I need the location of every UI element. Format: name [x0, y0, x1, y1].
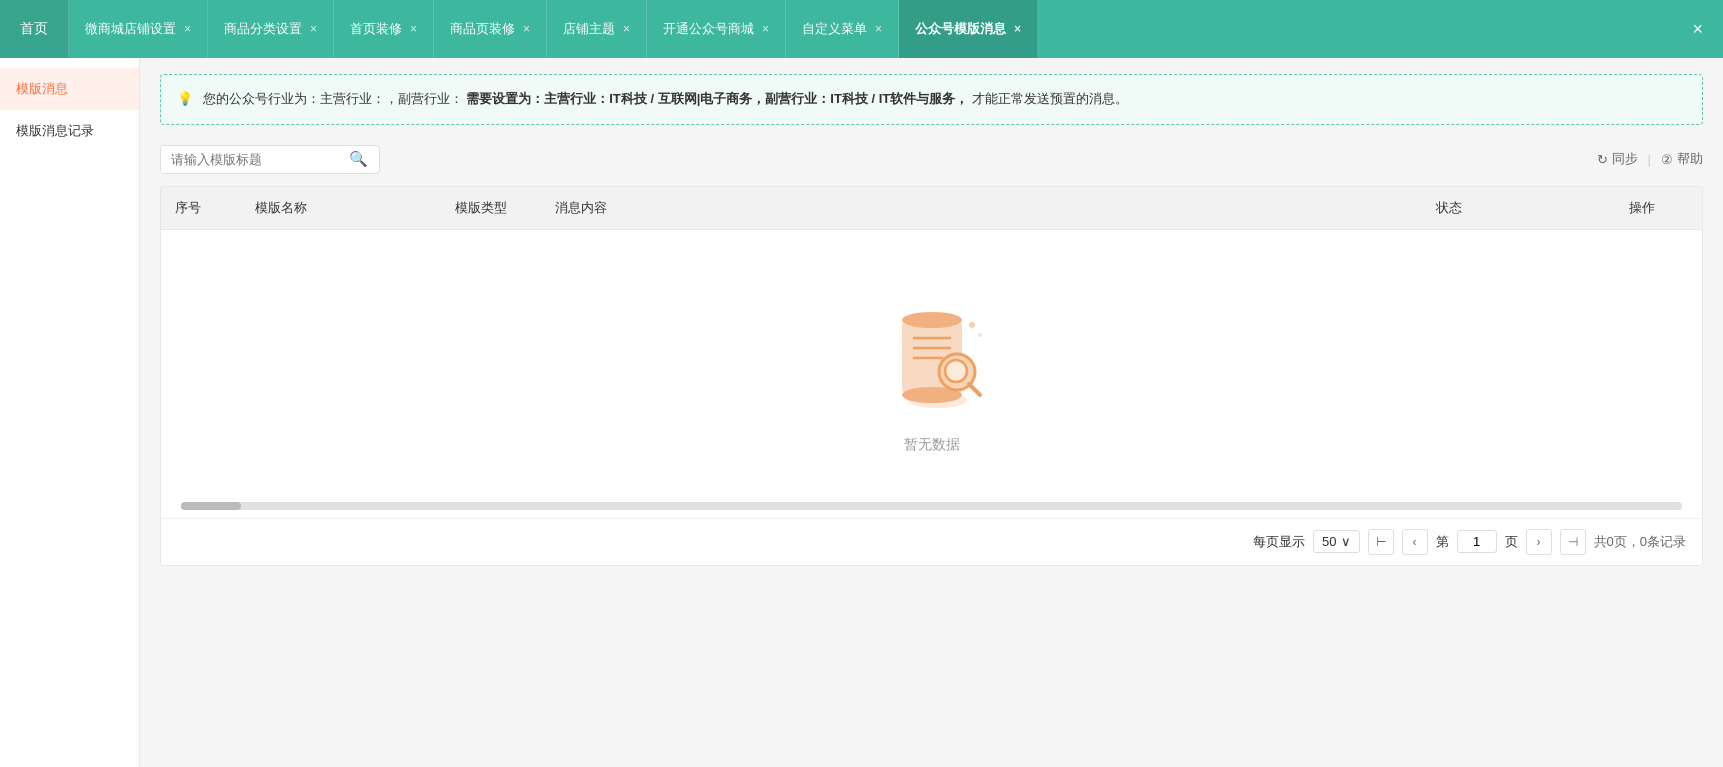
- scrollbar-track: [181, 502, 1682, 510]
- nav-tab-openstore[interactable]: 开通公众号商城 ×: [647, 0, 786, 58]
- content-area: 💡 您的公众号行业为：主营行业：，副营行业： 需要设置为：主营行业：IT科技 /…: [140, 58, 1723, 767]
- page-unit: 页: [1505, 533, 1518, 551]
- divider: |: [1648, 152, 1651, 167]
- th-status: 状态: [1422, 187, 1582, 229]
- help-icon: ②: [1661, 152, 1673, 167]
- productpage-tab-label: 商品页装修: [450, 20, 515, 38]
- templatemsg-tab-label: 公众号模版消息: [915, 20, 1006, 38]
- empty-illustration: [872, 290, 992, 420]
- scrollbar-thumb: [181, 502, 241, 510]
- svg-point-8: [945, 360, 967, 382]
- chevron-down-icon: ∨: [1341, 534, 1351, 549]
- sync-label: 同步: [1612, 150, 1638, 168]
- nav-tab-homepage[interactable]: 首页装修 ×: [334, 0, 434, 58]
- page-size-label: 每页显示: [1253, 533, 1305, 551]
- empty-state: 暂无数据: [161, 230, 1702, 494]
- help-label: 帮助: [1677, 150, 1703, 168]
- category-tab-close[interactable]: ×: [310, 22, 317, 36]
- home-tab-label: 首页: [20, 20, 48, 38]
- page-label: 第: [1436, 533, 1449, 551]
- svg-line-9: [969, 384, 980, 395]
- close-all-button[interactable]: ×: [1672, 0, 1723, 58]
- th-seq: 序号: [161, 187, 241, 229]
- pagination: 每页显示 50 ∨ ⊢ ‹ 第 页 › ⊣ 共0页，0条记录: [161, 518, 1702, 565]
- top-nav: 首页 微商城店铺设置 × 商品分类设置 × 首页装修 × 商品页装修 × 店铺主…: [0, 0, 1723, 58]
- search-bar: 🔍 ↻ 同步 | ② 帮助: [160, 145, 1703, 174]
- horizontal-scrollbar[interactable]: [161, 494, 1702, 518]
- prev-page-button[interactable]: ‹: [1402, 529, 1428, 555]
- search-input[interactable]: [161, 146, 341, 173]
- page-size-value: 50: [1322, 534, 1336, 549]
- sidebar: 模版消息 模版消息记录: [0, 58, 140, 767]
- main-layout: 模版消息 模版消息记录 💡 您的公众号行业为：主营行业：，副营行业： 需要设置为…: [0, 58, 1723, 767]
- th-type: 模版类型: [441, 187, 541, 229]
- nav-tab-weishop[interactable]: 微商城店铺设置 ×: [69, 0, 208, 58]
- nav-tab-productpage[interactable]: 商品页装修 ×: [434, 0, 547, 58]
- weishop-tab-label: 微商城店铺设置: [85, 20, 176, 38]
- next-page-button[interactable]: ›: [1526, 529, 1552, 555]
- table-header: 序号 模版名称 模版类型 消息内容 状态 操作: [161, 187, 1702, 230]
- weishop-tab-close[interactable]: ×: [184, 22, 191, 36]
- nav-tab-category[interactable]: 商品分类设置 ×: [208, 0, 334, 58]
- svg-point-11: [978, 333, 982, 337]
- custommenu-tab-label: 自定义菜单: [802, 20, 867, 38]
- openstore-tab-label: 开通公众号商城: [663, 20, 754, 38]
- sidebar-item-template-msg-record[interactable]: 模版消息记录: [0, 110, 139, 152]
- last-page-button[interactable]: ⊣: [1560, 529, 1586, 555]
- help-button[interactable]: ② 帮助: [1661, 150, 1703, 168]
- notice-box: 💡 您的公众号行业为：主营行业：，副营行业： 需要设置为：主营行业：IT科技 /…: [160, 74, 1703, 125]
- svg-point-10: [969, 322, 975, 328]
- nav-tab-templatemsg[interactable]: 公众号模版消息 ×: [899, 0, 1038, 58]
- sidebar-item-template-msg[interactable]: 模版消息: [0, 68, 139, 110]
- page-number-input[interactable]: [1457, 530, 1497, 553]
- search-input-wrap: 🔍: [160, 145, 380, 174]
- custommenu-tab-close[interactable]: ×: [875, 22, 882, 36]
- empty-text: 暂无数据: [904, 436, 960, 454]
- theme-tab-label: 店铺主题: [563, 20, 615, 38]
- th-content: 消息内容: [541, 187, 1422, 229]
- search-button[interactable]: 🔍: [341, 150, 376, 168]
- total-info: 共0页，0条记录: [1594, 533, 1686, 551]
- bulb-icon: 💡: [177, 91, 193, 106]
- openstore-tab-close[interactable]: ×: [762, 22, 769, 36]
- productpage-tab-close[interactable]: ×: [523, 22, 530, 36]
- nav-tab-theme[interactable]: 店铺主题 ×: [547, 0, 647, 58]
- nav-tab-custommenu[interactable]: 自定义菜单 ×: [786, 0, 899, 58]
- sync-icon: ↻: [1597, 152, 1608, 167]
- svg-point-2: [902, 312, 962, 328]
- page-size-select[interactable]: 50 ∨: [1313, 530, 1359, 553]
- category-tab-label: 商品分类设置: [224, 20, 302, 38]
- data-table: 序号 模版名称 模版类型 消息内容 状态 操作: [160, 186, 1703, 566]
- th-action: 操作: [1582, 187, 1702, 229]
- notice-suffix: 才能正常发送预置的消息。: [972, 91, 1128, 106]
- homepage-tab-close[interactable]: ×: [410, 22, 417, 36]
- th-name: 模版名称: [241, 187, 441, 229]
- theme-tab-close[interactable]: ×: [623, 22, 630, 36]
- notice-prefix: 您的公众号行业为：主营行业：，副营行业：: [203, 91, 463, 106]
- sync-button[interactable]: ↻ 同步: [1597, 150, 1638, 168]
- homepage-tab-label: 首页装修: [350, 20, 402, 38]
- templatemsg-tab-close[interactable]: ×: [1014, 22, 1021, 36]
- notice-highlight: 需要设置为：主营行业：IT科技 / 互联网|电子商务，副营行业：IT科技 / I…: [466, 91, 968, 106]
- first-page-button[interactable]: ⊢: [1368, 529, 1394, 555]
- search-actions: ↻ 同步 | ② 帮助: [1597, 150, 1703, 168]
- nav-tab-home[interactable]: 首页: [0, 0, 69, 58]
